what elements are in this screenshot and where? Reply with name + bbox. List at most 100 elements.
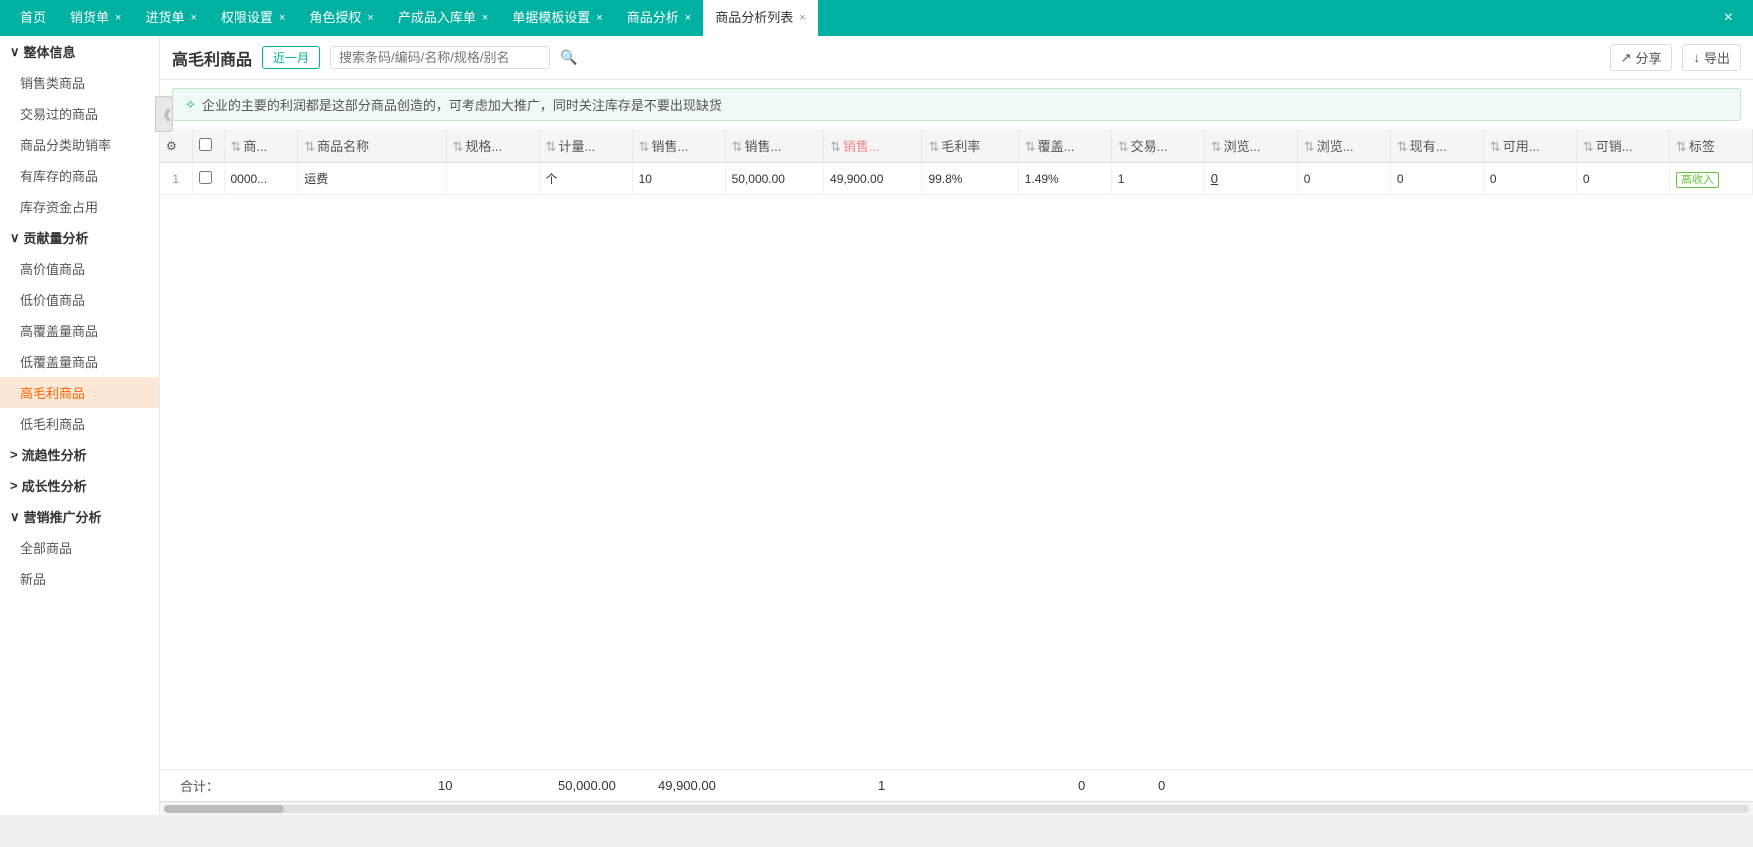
col-gross-margin[interactable]: ⇅毛利率 (922, 129, 1018, 163)
sidebar-item-traded-goods[interactable]: 交易过的商品 (0, 98, 159, 129)
sidebar-item-low-margin[interactable]: 低毛利商品 (0, 408, 159, 439)
col-coverage[interactable]: ⇅覆盖... (1018, 129, 1111, 163)
data-table: ⚙ ⇅商... ⇅商品名称 ⇅规格... ⇅计量... ⇅销售... ⇅销售..… (160, 129, 1753, 195)
info-banner: ✧ 企业的主要的利润都是这部分商品创造的，可考虑加大推广，同时关注库存是不要出现… (172, 88, 1741, 121)
row-gross-margin: 99.8% (922, 163, 1018, 195)
close-icon[interactable]: × (482, 0, 488, 36)
scroll-track[interactable] (164, 805, 1749, 813)
filter-button[interactable]: 近一月 (262, 46, 320, 69)
sidebar-item-high-margin[interactable]: 高毛利商品 (0, 377, 159, 408)
close-icon[interactable]: × (279, 0, 285, 36)
row-stock-sellable: 0 (1576, 163, 1669, 195)
close-icon[interactable]: × (115, 0, 121, 36)
row-sales-qty: 10 (632, 163, 725, 195)
scroll-thumb[interactable] (164, 805, 284, 813)
nav-sales-order[interactable]: 销货单 × (58, 0, 133, 36)
nav-purchase-order[interactable]: 进货单 × (133, 0, 208, 36)
window-close-button[interactable]: × (1712, 9, 1745, 27)
row-stock-available: 0 (1483, 163, 1576, 195)
row-unit: 个 (539, 163, 632, 195)
row-stock-current: 0 (1390, 163, 1483, 195)
col-trade[interactable]: ⇅交易... (1111, 129, 1204, 163)
sidebar-item-high-value[interactable]: 高价值商品 (0, 253, 159, 284)
col-sales-qty[interactable]: ⇅销售... (632, 129, 725, 163)
sidebar-section-marketing[interactable]: ∨ 营销推广分析 (0, 501, 159, 532)
col-tag[interactable]: ⇅标签 (1669, 129, 1752, 163)
select-all-checkbox[interactable] (199, 138, 212, 151)
share-button[interactable]: ↗ 分享 (1610, 44, 1673, 71)
sum-stock-available: 0 (1152, 778, 1232, 793)
sidebar-item-low-value[interactable]: 低价值商品 (0, 284, 159, 315)
row-name: 运费 (298, 163, 446, 195)
row-num: 1 (160, 163, 192, 195)
nav-product-analysis[interactable]: 商品分析 × (615, 0, 703, 36)
row-sales-amt: 50,000.00 (725, 163, 823, 195)
sidebar: ∨ 整体信息 销售类商品 交易过的商品 商品分类助销率 有库存的商品 库存资金占… (0, 36, 160, 815)
header-actions: ↗ 分享 ↓ 导出 (1610, 44, 1741, 71)
close-icon[interactable]: × (367, 0, 373, 36)
sidebar-collapse-button[interactable]: 《 (155, 96, 173, 132)
col-checkbox[interactable] (192, 129, 224, 163)
row-code: 0000... (224, 163, 298, 195)
sidebar-item-sales-goods[interactable]: 销售类商品 (0, 67, 159, 98)
col-name[interactable]: ⇅商品名称 (298, 129, 446, 163)
share-icon: ↗ (1621, 50, 1632, 66)
col-code[interactable]: ⇅商... (224, 129, 298, 163)
info-icon: ✧ (185, 97, 196, 113)
nav-product-analysis-list[interactable]: 商品分析列表 × (703, 0, 817, 36)
nav-roles[interactable]: 角色授权 × (297, 0, 385, 36)
sidebar-item-all-goods[interactable]: 全部商品 (0, 532, 159, 563)
sidebar-item-new-goods[interactable]: 新品 (0, 563, 159, 594)
col-view2[interactable]: ⇅浏览... (1297, 129, 1390, 163)
sidebar-item-high-coverage[interactable]: 高覆盖量商品 (0, 315, 159, 346)
close-icon[interactable]: × (799, 0, 805, 36)
table-row: 1 0000... 运费 个 10 50,000.00 49,900.00 99… (160, 163, 1753, 195)
row-spec (446, 163, 539, 195)
horizontal-scrollbar[interactable] (160, 801, 1753, 815)
col-settings[interactable]: ⚙ (160, 129, 192, 163)
sidebar-item-low-coverage[interactable]: 低覆盖量商品 (0, 346, 159, 377)
col-stock-sellable[interactable]: ⇅可销... (1576, 129, 1669, 163)
close-icon[interactable]: × (190, 0, 196, 36)
close-icon[interactable]: × (596, 0, 602, 36)
sidebar-section-general[interactable]: ∨ 整体信息 (0, 36, 159, 67)
col-view1[interactable]: ⇅浏览... (1204, 129, 1297, 163)
top-navigation: 首页 销货单 × 进货单 × 权限设置 × 角色授权 × 产成品入库单 × 单据… (0, 0, 1753, 36)
row-view1[interactable]: 0 (1204, 163, 1297, 195)
row-checkbox[interactable] (192, 163, 224, 195)
col-sales-cost[interactable]: ⇅销售... (824, 129, 922, 163)
row-coverage: 1.49% (1018, 163, 1111, 195)
sidebar-item-in-stock-goods[interactable]: 有库存的商品 (0, 160, 159, 191)
search-input[interactable] (330, 46, 550, 69)
close-icon[interactable]: × (685, 0, 691, 36)
col-unit[interactable]: ⇅计量... (539, 129, 632, 163)
table-container: ⚙ ⇅商... ⇅商品名称 ⇅规格... ⇅计量... ⇅销售... ⇅销售..… (160, 129, 1753, 769)
footer-summary: 合计： 10 50,000.00 49,900.00 1 0 0 (160, 769, 1753, 801)
sidebar-section-growth[interactable]: > 成长性分析 (0, 470, 159, 501)
sum-sales-qty: 10 (432, 778, 552, 793)
content-header: 高毛利商品 近一月 🔍 ↗ 分享 ↓ 导出 (160, 36, 1753, 80)
page-title: 高毛利商品 (172, 46, 252, 70)
col-stock-current[interactable]: ⇅现有... (1390, 129, 1483, 163)
row-view2: 0 (1297, 163, 1390, 195)
nav-template-settings[interactable]: 单据模板设置 × (500, 0, 614, 36)
sidebar-section-contribution[interactable]: ∨ 贡献量分析 (0, 222, 159, 253)
sidebar-section-trend[interactable]: > 流趋性分析 (0, 439, 159, 470)
export-button[interactable]: ↓ 导出 (1682, 44, 1741, 71)
nav-product-entry[interactable]: 产成品入库单 × (386, 0, 500, 36)
sidebar-item-stock-capital[interactable]: 库存资金占用 (0, 191, 159, 222)
col-sales-amt[interactable]: ⇅销售... (725, 129, 823, 163)
row-sales-cost: 49,900.00 (824, 163, 922, 195)
row-tag: 高收入 (1669, 163, 1752, 195)
sidebar-item-category-assist[interactable]: 商品分类助销率 (0, 129, 159, 160)
col-stock-available[interactable]: ⇅可用... (1483, 129, 1576, 163)
search-button[interactable]: 🔍 (560, 49, 577, 66)
sum-row: 合计： 10 50,000.00 49,900.00 1 0 0 (172, 776, 1741, 795)
sum-label: 合计： (172, 776, 432, 795)
row-trade: 1 (1111, 163, 1204, 195)
sum-trade: 1 (872, 778, 952, 793)
nav-home[interactable]: 首页 (8, 0, 58, 36)
export-icon: ↓ (1693, 50, 1700, 65)
col-spec[interactable]: ⇅规格... (446, 129, 539, 163)
nav-permissions[interactable]: 权限设置 × (209, 0, 297, 36)
